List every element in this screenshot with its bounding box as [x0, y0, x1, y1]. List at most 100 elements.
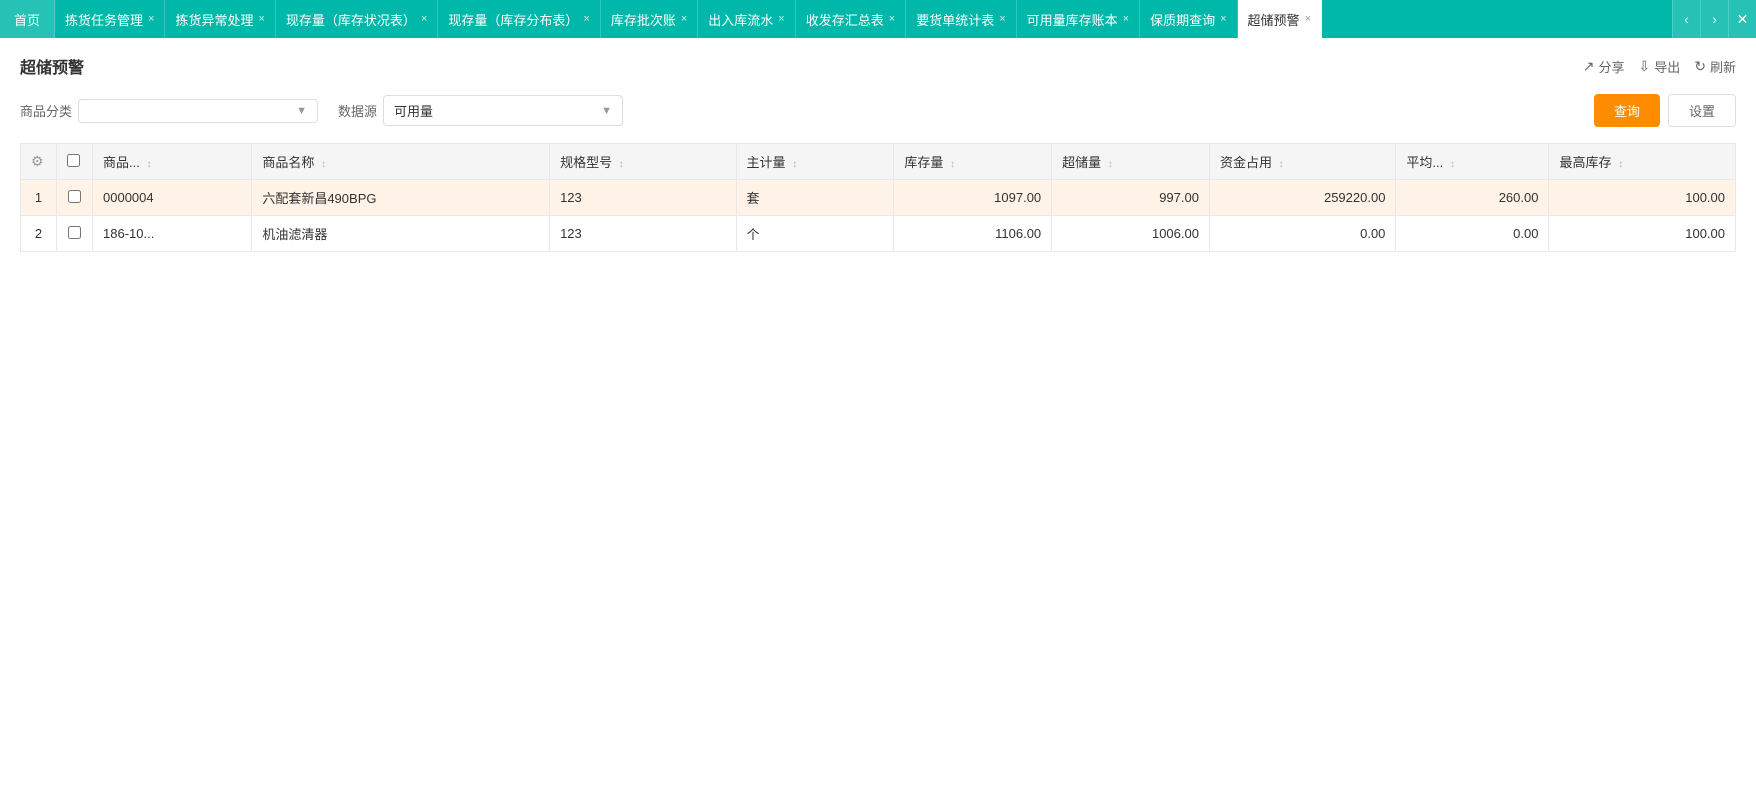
nav-item-close-9[interactable]: ×	[1220, 13, 1226, 25]
table-header-row: ⚙ 商品... ↕ 商品名称 ↕ 规格型号 ↕ 主计量	[21, 144, 1736, 180]
col-max-stock[interactable]: 最高库存 ↕	[1549, 144, 1736, 180]
nav-item-1[interactable]: 拣货异常处理 ×	[165, 0, 275, 38]
nav-item-4[interactable]: 库存批次账 ×	[601, 0, 698, 38]
nav-item-close-0[interactable]: ×	[148, 13, 154, 25]
filter-bar: 商品分类 ▼ 数据源 可用量 ▼ 查询 设置	[20, 94, 1736, 127]
nav-item-close-4[interactable]: ×	[681, 13, 687, 25]
col-product-name-label: 商品名称	[262, 155, 314, 170]
table-row: 1 0000004 六配套新昌490BPG 123 套 1097.00 997.…	[21, 180, 1736, 216]
export-icon: ⇩	[1639, 58, 1651, 75]
page-content: 超储预警 ↗ 分享 ⇩ 导出 ↻ 刷新 商品分类 ▼ 数据源	[0, 38, 1756, 800]
nav-arrows: ‹ › ✕	[1672, 0, 1756, 38]
page-header: 超储预警 ↗ 分享 ⇩ 导出 ↻ 刷新	[20, 54, 1736, 78]
nav-item-5[interactable]: 出入库流水 ×	[698, 0, 795, 38]
query-button[interactable]: 查询	[1594, 94, 1660, 127]
row-spec-1: 123	[550, 216, 736, 252]
export-button[interactable]: ⇩ 导出	[1639, 57, 1681, 76]
nav-item-close-7[interactable]: ×	[999, 13, 1005, 25]
nav-item-8[interactable]: 可用量库存账本 ×	[1017, 0, 1140, 38]
col-spec-label: 规格型号	[560, 155, 612, 170]
row-checkbox-0[interactable]	[68, 190, 81, 203]
nav-item-label-1: 拣货异常处理	[175, 10, 253, 29]
nav-item-label-0: 拣货任务管理	[65, 10, 143, 29]
col-product-name[interactable]: 商品名称 ↕	[252, 144, 550, 180]
sort-avg-icon: ↕	[1450, 159, 1455, 170]
datasource-chevron-icon: ▼	[601, 105, 612, 117]
nav-next-button[interactable]: ›	[1700, 0, 1728, 38]
nav-item-7[interactable]: 要货单统计表 ×	[906, 0, 1016, 38]
table-settings-icon[interactable]: ⚙	[31, 153, 44, 169]
category-chevron-icon: ▼	[296, 105, 307, 117]
settings-button[interactable]: 设置	[1668, 94, 1736, 127]
nav-close-button[interactable]: ✕	[1728, 0, 1756, 38]
refresh-button[interactable]: ↻ 刷新	[1694, 57, 1736, 76]
nav-item-close-5[interactable]: ×	[778, 13, 784, 25]
sort-capital-icon: ↕	[1279, 159, 1284, 170]
share-label: 分享	[1598, 57, 1624, 76]
datasource-value: 可用量	[394, 101, 433, 120]
col-capital-label: 资金占用	[1220, 155, 1272, 170]
category-select[interactable]: ▼	[78, 99, 318, 123]
sort-over-stock-icon: ↕	[1108, 159, 1113, 170]
category-label: 商品分类	[20, 101, 72, 120]
col-capital[interactable]: 资金占用 ↕	[1209, 144, 1395, 180]
sort-stock-icon: ↕	[950, 159, 955, 170]
col-over-stock[interactable]: 超储量 ↕	[1052, 144, 1210, 180]
col-unit-label: 主计量	[747, 155, 786, 170]
col-stock[interactable]: 库存量 ↕	[894, 144, 1052, 180]
datasource-select[interactable]: 可用量 ▼	[383, 95, 623, 126]
col-unit[interactable]: 主计量 ↕	[736, 144, 894, 180]
col-product-code[interactable]: 商品... ↕	[93, 144, 252, 180]
col-product-code-label: 商品...	[103, 155, 140, 170]
col-avg-label: 平均...	[1406, 155, 1443, 170]
share-button[interactable]: ↗ 分享	[1583, 57, 1625, 76]
row-max-stock-1: 100.00	[1549, 216, 1736, 252]
nav-item-label-7: 要货单统计表	[916, 10, 994, 29]
nav-item-label-6: 收发存汇总表	[806, 10, 884, 29]
select-all-checkbox[interactable]	[67, 154, 80, 167]
nav-item-2[interactable]: 现存量（库存状况表） ×	[276, 0, 438, 38]
export-label: 导出	[1654, 57, 1680, 76]
row-capital-1: 0.00	[1209, 216, 1395, 252]
nav-item-0[interactable]: 拣货任务管理 ×	[55, 0, 165, 38]
nav-item-close-3[interactable]: ×	[583, 13, 589, 25]
row-stock-0: 1097.00	[894, 180, 1052, 216]
row-checkbox-1[interactable]	[68, 226, 81, 239]
page-title: 超储预警	[20, 54, 84, 78]
row-product-name-1: 机油滤清器	[252, 216, 550, 252]
col-avg[interactable]: 平均... ↕	[1396, 144, 1549, 180]
nav-prev-button[interactable]: ‹	[1672, 0, 1700, 38]
nav-home[interactable]: 首页	[0, 0, 55, 38]
nav-item-close-10[interactable]: ×	[1305, 13, 1311, 25]
row-checkbox-cell-1	[57, 216, 93, 252]
table-row: 2 186-10... 机油滤清器 123 个 1106.00 1006.00 …	[21, 216, 1736, 252]
nav-item-6[interactable]: 收发存汇总表 ×	[796, 0, 906, 38]
nav-item-9[interactable]: 保质期查询 ×	[1140, 0, 1237, 38]
nav-item-close-1[interactable]: ×	[258, 13, 264, 25]
row-unit-1: 个	[736, 216, 894, 252]
sort-product-name-icon: ↕	[321, 159, 326, 170]
row-capital-0: 259220.00	[1209, 180, 1395, 216]
top-nav: 首页 拣货任务管理 ×拣货异常处理 ×现存量（库存状况表） ×现存量（库存分布表…	[0, 0, 1756, 38]
col-spec[interactable]: 规格型号 ↕	[550, 144, 736, 180]
row-num-0: 1	[21, 180, 57, 216]
row-over-stock-0: 997.00	[1052, 180, 1210, 216]
share-icon: ↗	[1583, 58, 1595, 75]
row-spec-0: 123	[550, 180, 736, 216]
row-product-name-0: 六配套新昌490BPG	[252, 180, 550, 216]
datasource-filter: 数据源 可用量 ▼	[338, 95, 623, 126]
nav-item-label-9: 保质期查询	[1150, 10, 1215, 29]
nav-item-close-2[interactable]: ×	[421, 13, 427, 25]
row-max-stock-0: 100.00	[1549, 180, 1736, 216]
nav-item-close-8[interactable]: ×	[1123, 13, 1129, 25]
category-filter: 商品分类 ▼	[20, 99, 318, 123]
home-label: 首页	[14, 10, 40, 29]
sort-max-stock-icon: ↕	[1618, 159, 1623, 170]
nav-item-label-8: 可用量库存账本	[1027, 10, 1118, 29]
row-stock-1: 1106.00	[894, 216, 1052, 252]
nav-item-3[interactable]: 现存量（库存分布表） ×	[438, 0, 600, 38]
nav-item-10[interactable]: 超储预警 ×	[1238, 0, 1322, 38]
sort-spec-icon: ↕	[619, 159, 624, 170]
nav-item-close-6[interactable]: ×	[889, 13, 895, 25]
col-over-stock-label: 超储量	[1062, 155, 1101, 170]
